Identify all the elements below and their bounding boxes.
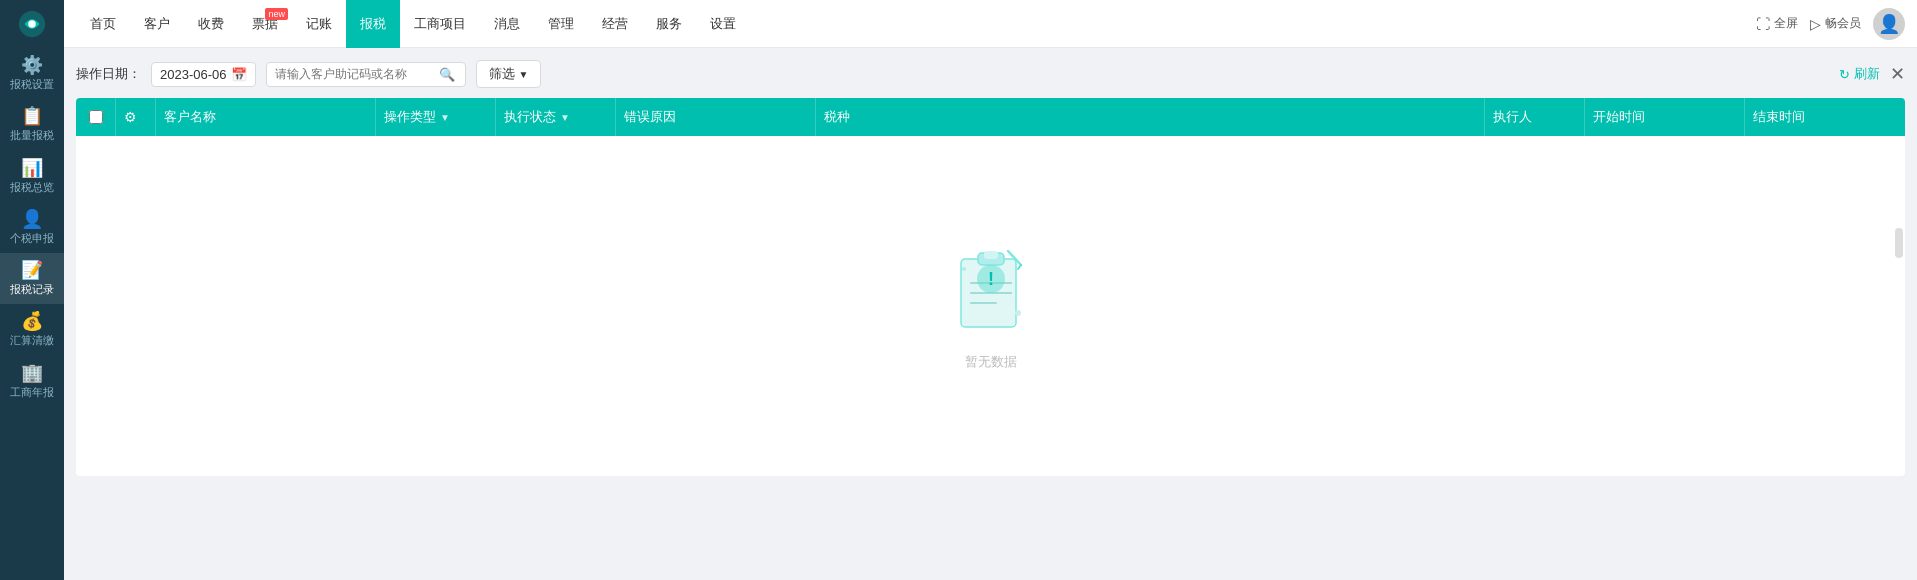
vip-button[interactable]: ▷ 畅会员 [1810,15,1861,32]
sidebar-item-personal-tax-label: 个税申报 [10,231,54,245]
empty-illustration: ! 暂无数据 [946,241,1036,371]
sidebar-item-settlement-label: 汇算清缴 [10,333,54,347]
search-icon: 🔍 [439,67,455,82]
main-wrapper: 首页 客户 收费 票据 new 记账 报税 工商项目 消息 [64,0,1917,580]
op-type-sort-icon[interactable]: ▼ [440,112,450,123]
sidebar-item-tax-record[interactable]: 📝 报税记录 [0,253,64,304]
topnav-messages[interactable]: 消息 [480,0,534,48]
fullscreen-button[interactable]: ⛶ 全屏 [1756,15,1798,32]
sidebar-item-settlement[interactable]: 💰 汇算清缴 [0,304,64,355]
svg-rect-4 [984,251,998,259]
th-executor: 执行人 [1485,98,1585,136]
sidebar-item-tax-settings[interactable]: ⚙️ 报税设置 [0,48,64,99]
avatar-icon: 👤 [1878,13,1900,35]
table-container: ⚙ 客户名称 操作类型 ▼ 执行状态 ▼ 错误原因 [76,98,1905,476]
search-input[interactable] [275,67,435,81]
topnav-customer[interactable]: 客户 [130,0,184,48]
date-picker[interactable]: 2023-06-06 📅 [151,62,256,87]
refresh-icon: ↻ [1839,67,1850,82]
svg-point-1 [28,20,36,28]
filter-label: 筛选 [489,65,515,83]
personal-tax-icon: 👤 [21,210,43,228]
page-content: 操作日期： 2023-06-06 📅 🔍 筛选 ▼ ↻ 刷新 [64,48,1917,580]
svg-text:!: ! [988,269,994,289]
sidebar-item-annual-report[interactable]: 🏢 工商年报 [0,356,64,407]
sidebar-item-personal-tax[interactable]: 👤 个税申报 [0,202,64,253]
table-header: ⚙ 客户名称 操作类型 ▼ 执行状态 ▼ 错误原因 [76,98,1905,136]
sidebar-item-tax-settings-label: 报税设置 [10,77,54,91]
topnav-billing[interactable]: 收费 [184,0,238,48]
th-error-reason: 错误原因 [616,98,816,136]
search-box: 🔍 [266,62,466,87]
topnav-right: ⛶ 全屏 ▷ 畅会员 👤 [1756,8,1905,40]
svg-line-11 [1018,265,1021,269]
new-badge: new [265,8,288,21]
tax-record-icon: 📝 [21,261,43,279]
th-tax-type: 税种 [816,98,1485,136]
fullscreen-icon: ⛶ [1756,16,1770,32]
topnav-settings[interactable]: 设置 [696,0,750,48]
vip-icon: ▷ [1810,16,1821,32]
sidebar-item-batch-tax-label: 批量报税 [10,128,54,142]
topnav-items: 首页 客户 收费 票据 new 记账 报税 工商项目 消息 [76,0,1756,48]
th-op-type: 操作类型 ▼ [376,98,496,136]
sidebar-item-batch-tax[interactable]: 📋 批量报税 [0,99,64,150]
topnav-bookkeeping[interactable]: 记账 [292,0,346,48]
topnav-operations[interactable]: 经营 [588,0,642,48]
exec-status-sort-icon[interactable]: ▼ [560,112,570,123]
empty-svg-icon: ! [946,241,1036,341]
svg-point-13 [1015,310,1021,316]
empty-text: 暂无数据 [965,353,1017,371]
svg-point-12 [962,267,966,271]
th-exec-status: 执行状态 ▼ [496,98,616,136]
date-value: 2023-06-06 [160,67,227,82]
filter-button[interactable]: 筛选 ▼ [476,60,542,88]
batch-tax-icon: 📋 [21,107,43,125]
topnav-invoice[interactable]: 票据 new [238,0,292,48]
topnav-management[interactable]: 管理 [534,0,588,48]
select-all-checkbox[interactable] [89,110,103,124]
th-end-time: 结束时间 [1745,98,1905,136]
sidebar-item-tax-record-label: 报税记录 [10,282,54,296]
annual-report-icon: 🏢 [21,364,43,382]
chevron-down-icon: ▼ [519,69,529,80]
user-avatar[interactable]: 👤 [1873,8,1905,40]
sidebar-item-annual-report-label: 工商年报 [10,385,54,399]
th-start-time: 开始时间 [1585,98,1745,136]
toolbar: 操作日期： 2023-06-06 📅 🔍 筛选 ▼ ↻ 刷新 [76,60,1905,88]
tax-settings-icon: ⚙️ [21,56,43,74]
settlement-icon: 💰 [21,312,43,330]
th-checkbox [76,98,116,136]
sidebar-logo [0,0,64,48]
sidebar: ⚙️ 报税设置 📋 批量报税 📊 报税总览 👤 个税申报 📝 报税记录 💰 汇算… [0,0,64,580]
topnav-tax[interactable]: 报税 [346,0,400,48]
settings-column-icon[interactable]: ⚙ [124,109,137,125]
close-icon: ✕ [1890,63,1905,85]
close-button[interactable]: ✕ [1890,63,1905,85]
content-area: 操作日期： 2023-06-06 📅 🔍 筛选 ▼ ↻ 刷新 [64,48,1917,580]
topnav-home[interactable]: 首页 [76,0,130,48]
refresh-button[interactable]: ↻ 刷新 [1839,65,1880,83]
sidebar-item-tax-summary[interactable]: 📊 报税总览 [0,151,64,202]
table-body: ! 暂无数据 [76,136,1905,476]
calendar-icon: 📅 [231,67,247,82]
scrollbar[interactable] [1895,228,1903,258]
date-label: 操作日期： [76,65,141,83]
refresh-label: 刷新 [1854,65,1880,83]
th-settings: ⚙ [116,98,156,136]
th-customer: 客户名称 [156,98,376,136]
sidebar-item-tax-summary-label: 报税总览 [10,180,54,194]
tax-summary-icon: 📊 [21,159,43,177]
topnav-services[interactable]: 服务 [642,0,696,48]
topnav-business[interactable]: 工商项目 [400,0,480,48]
topnav: 首页 客户 收费 票据 new 记账 报税 工商项目 消息 [64,0,1917,48]
